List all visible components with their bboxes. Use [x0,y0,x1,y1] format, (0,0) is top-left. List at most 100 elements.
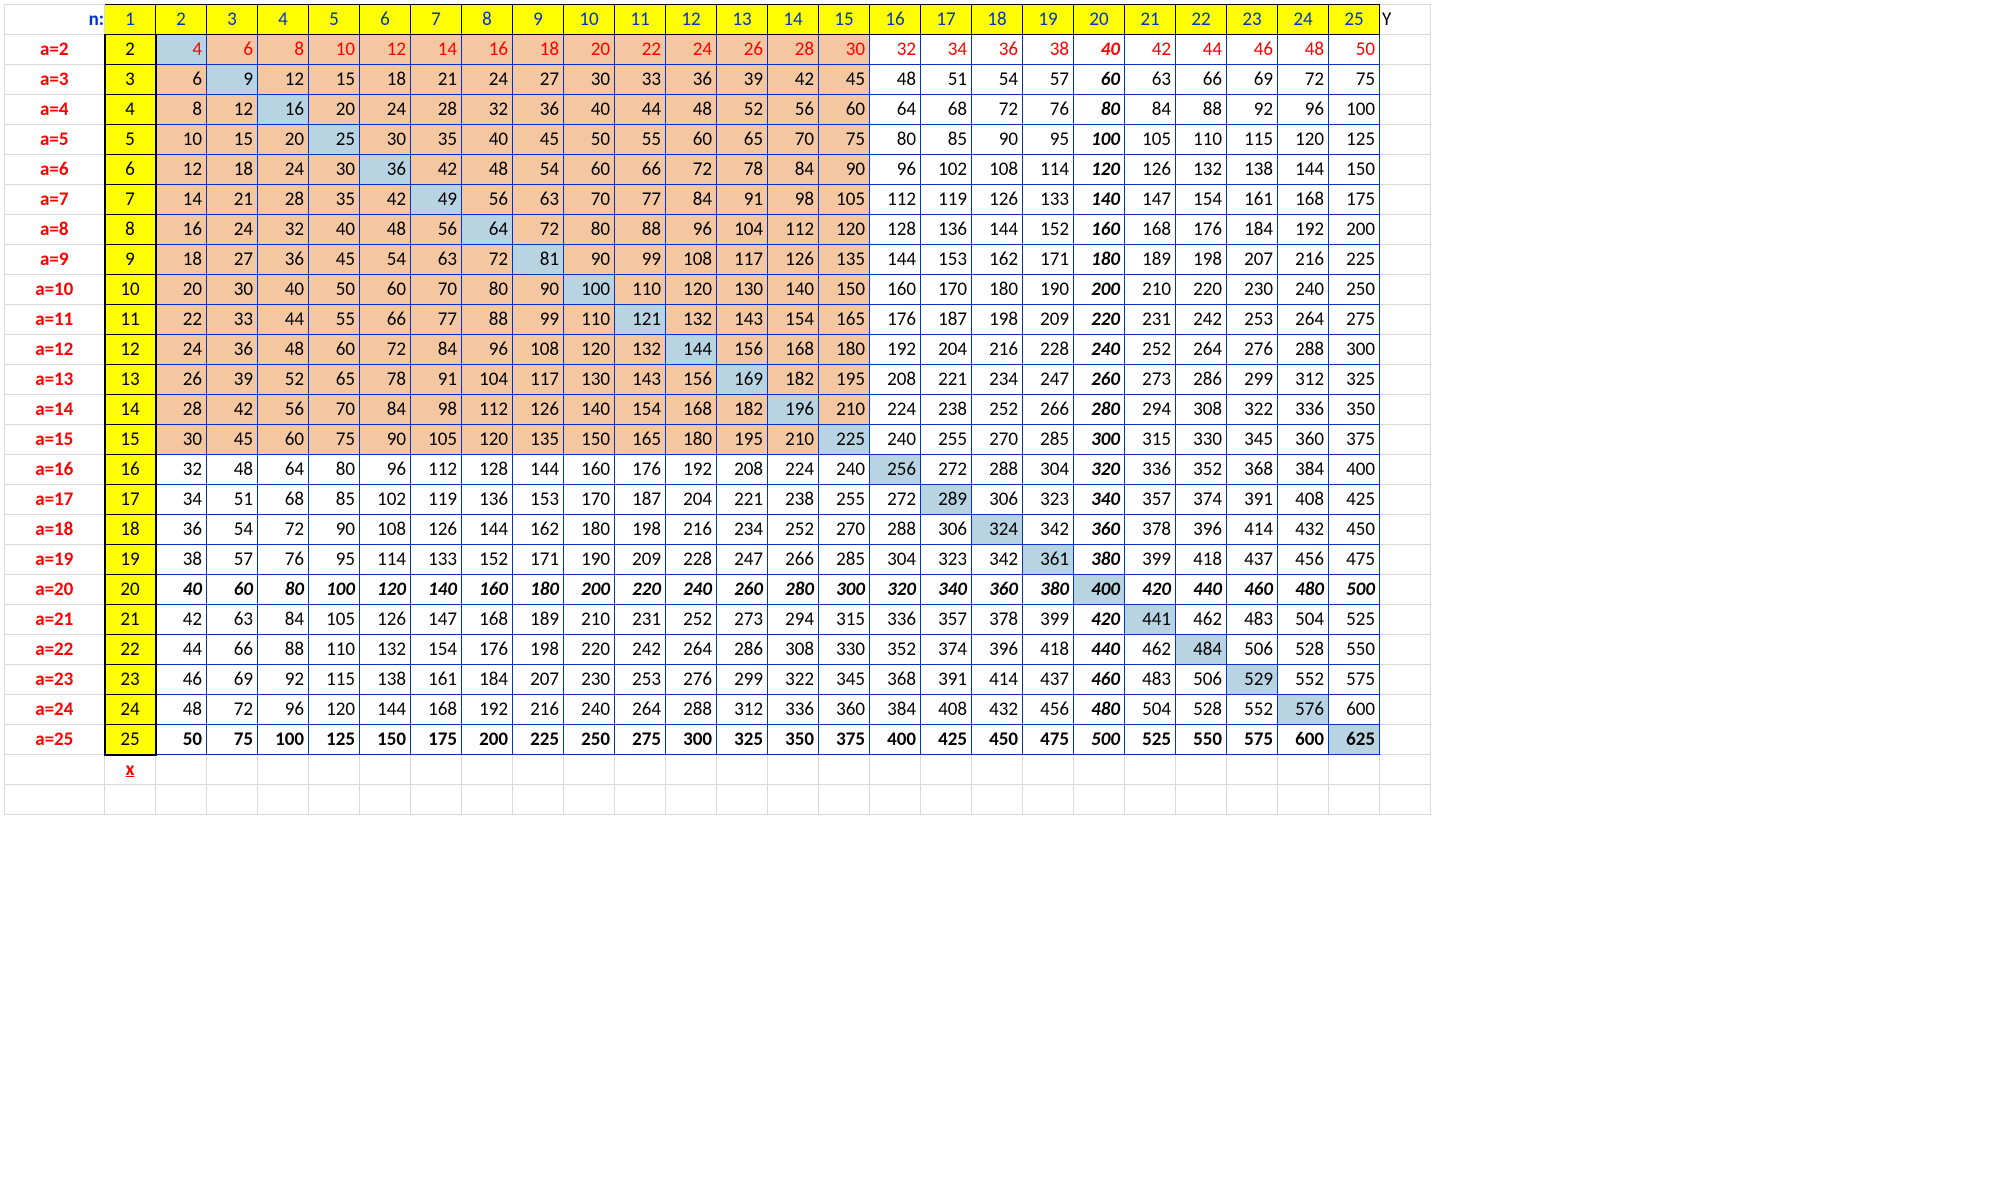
cell-a24-n4: 96 [258,695,309,725]
row-end-22 [1380,635,1431,665]
cell-a19-n11: 209 [615,545,666,575]
cell-a10-n11: 110 [615,275,666,305]
cell-a23-n17: 391 [921,665,972,695]
cell-a5-n4: 20 [258,125,309,155]
cell-a9-n9: 81 [513,245,564,275]
col-header-20: 20 [1074,5,1125,35]
cell-a11-n17: 187 [921,305,972,335]
cell-a16-n11: 176 [615,455,666,485]
cell-a16-n21: 336 [1125,455,1176,485]
cell-a2-n11: 22 [615,35,666,65]
cell-a20-n9: 180 [513,575,564,605]
cell-a5-n3: 15 [207,125,258,155]
cell-a5-n23: 115 [1227,125,1278,155]
cell-a16-n7: 112 [411,455,462,485]
cell-a24-n23: 552 [1227,695,1278,725]
cell-a20-n8: 160 [462,575,513,605]
cell-a22-n23: 506 [1227,635,1278,665]
blank2-13 [717,785,768,815]
cell-a11-n16: 176 [870,305,921,335]
blank2-12 [666,785,717,815]
cell-a9-n14: 126 [768,245,819,275]
cell-a5-n15: 75 [819,125,870,155]
row-label-17: a=17 [5,485,105,515]
cell-a18-n11: 198 [615,515,666,545]
cell-a7-n4: 28 [258,185,309,215]
cell-a20-n20: 400 [1074,575,1125,605]
cell-a10-n3: 30 [207,275,258,305]
cell-a16-n8: 128 [462,455,513,485]
cell-a6-n13: 78 [717,155,768,185]
cell-a9-n13: 117 [717,245,768,275]
cell-a13-n12: 156 [666,365,717,395]
cell-a16-n15: 240 [819,455,870,485]
cell-a14-n21: 294 [1125,395,1176,425]
blank-21 [1227,755,1278,785]
cell-a13-n17: 221 [921,365,972,395]
cell-a24-n18: 432 [972,695,1023,725]
blank-24 [1380,755,1431,785]
cell-a4-n15: 60 [819,95,870,125]
cell-a4-n11: 44 [615,95,666,125]
row-label-8: a=8 [5,215,105,245]
row-label-24: a=24 [5,695,105,725]
cell-a9-n18: 162 [972,245,1023,275]
cell-a14-n20: 280 [1074,395,1125,425]
cell-a22-n21: 462 [1125,635,1176,665]
cell-a17-n12: 204 [666,485,717,515]
cell-a9-n20: 180 [1074,245,1125,275]
cell-a15-n3: 45 [207,425,258,455]
cell-a5-n20: 100 [1074,125,1125,155]
cell-a5-n12: 60 [666,125,717,155]
cell-a25-n23: 575 [1227,725,1278,755]
cell-a10-n9: 90 [513,275,564,305]
cell-a20-n23: 460 [1227,575,1278,605]
first-col-15: 15 [105,425,156,455]
blank-left [5,755,105,785]
cell-a24-n14: 336 [768,695,819,725]
cell-a6-n7: 42 [411,155,462,185]
cell-a12-n4: 48 [258,335,309,365]
cell-a14-n3: 42 [207,395,258,425]
multiplication-table: n:12345678910111213141516171819202122232… [4,4,1431,815]
cell-a8-n15: 120 [819,215,870,245]
cell-a9-n24: 216 [1278,245,1329,275]
cell-a19-n18: 342 [972,545,1023,575]
row-label-15: a=15 [5,425,105,455]
row-label-20: a=20 [5,575,105,605]
cell-a15-n8: 120 [462,425,513,455]
cell-a7-n6: 42 [360,185,411,215]
blank-15 [921,755,972,785]
cell-a22-n17: 374 [921,635,972,665]
cell-a3-n24: 72 [1278,65,1329,95]
cell-a22-n4: 88 [258,635,309,665]
cell-a15-n24: 360 [1278,425,1329,455]
cell-a3-n19: 57 [1023,65,1074,95]
cell-a9-n2: 18 [156,245,207,275]
cell-a21-n16: 336 [870,605,921,635]
cell-a21-n3: 63 [207,605,258,635]
cell-a9-n21: 189 [1125,245,1176,275]
cell-a10-n24: 240 [1278,275,1329,305]
first-col-16: 16 [105,455,156,485]
cell-a11-n22: 242 [1176,305,1227,335]
blank2-6 [360,785,411,815]
row-end-5 [1380,125,1431,155]
cell-a17-n21: 357 [1125,485,1176,515]
cell-a21-n21: 441 [1125,605,1176,635]
cell-a22-n18: 396 [972,635,1023,665]
cell-a23-n8: 184 [462,665,513,695]
cell-a7-n7: 49 [411,185,462,215]
cell-a13-n22: 286 [1176,365,1227,395]
cell-a3-n18: 54 [972,65,1023,95]
col-header-9: 9 [513,5,564,35]
first-col-10: 10 [105,275,156,305]
blank2-10 [564,785,615,815]
blank2-4 [258,785,309,815]
cell-a24-n7: 168 [411,695,462,725]
cell-a22-n16: 352 [870,635,921,665]
row-end-6 [1380,155,1431,185]
cell-a6-n17: 102 [921,155,972,185]
cell-a21-n10: 210 [564,605,615,635]
cell-a12-n9: 108 [513,335,564,365]
